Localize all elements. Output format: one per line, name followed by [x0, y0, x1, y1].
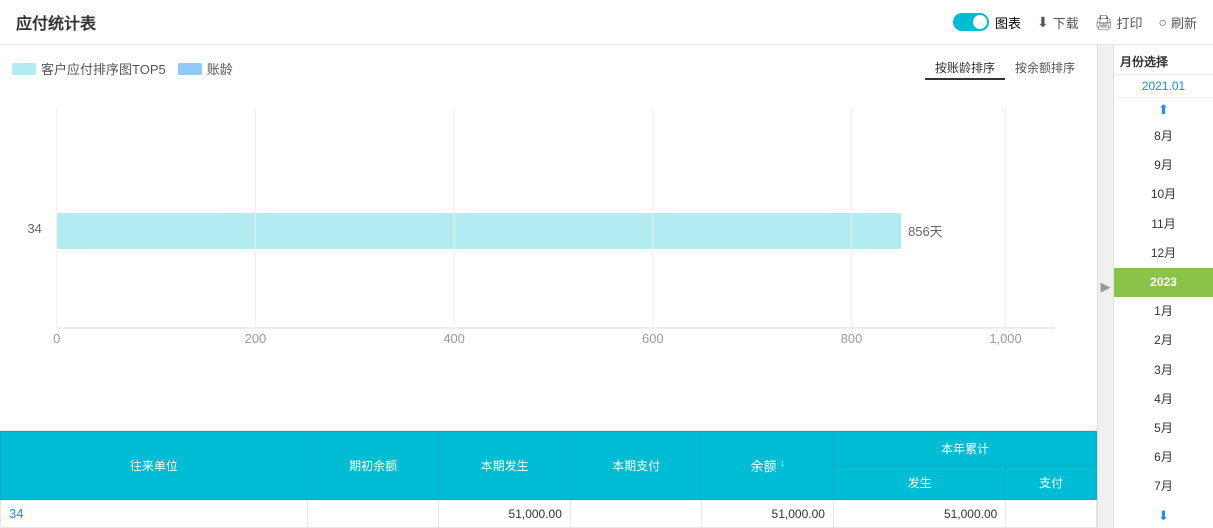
td-period-occur: 51,000.00: [439, 500, 571, 528]
chart-svg: 34 856天 0 200 400: [12, 88, 1085, 368]
balance-icon: ↓: [780, 458, 785, 469]
x-tick-0: 0: [53, 331, 60, 346]
table-row: 34 51,000.00 51,000.00 51,000.00: [1, 500, 1097, 528]
month-item-mar[interactable]: 3月: [1114, 356, 1213, 385]
chart-bar: [57, 213, 901, 249]
table-wrap: 往来单位 期初余额 本期发生 本期支付 余额 ↓ 本年累计: [0, 431, 1097, 528]
download-icon: ⬇: [1037, 14, 1049, 31]
month-item-jan[interactable]: 1月: [1114, 297, 1213, 326]
chart-toggle-label: 图表: [995, 13, 1021, 32]
page-title: 应付统计表: [16, 10, 96, 34]
sort-by-amount-button[interactable]: 按余额排序: [1005, 57, 1085, 80]
table-section: 往来单位 期初余额 本期发生 本期支付 余额 ↓ 本年累计: [0, 430, 1097, 528]
scroll-up-button[interactable]: ⬆: [1114, 98, 1213, 122]
sidebar-title: 月份选择: [1114, 45, 1213, 75]
sidebar-toggle-arrow[interactable]: ▶: [1097, 45, 1113, 528]
y-axis-label: 34: [27, 221, 41, 236]
print-icon: 🖨: [1095, 14, 1113, 31]
data-table: 往来单位 期初余额 本期发生 本期支付 余额 ↓ 本年累计: [0, 431, 1097, 528]
td-period-pay: [570, 500, 702, 528]
th-period-occur: 本期发生: [439, 432, 571, 500]
month-item-apr[interactable]: 4月: [1114, 385, 1213, 414]
th-period-pay: 本期支付: [570, 432, 702, 500]
legend-label-1: 客户应付排序图TOP5: [41, 59, 166, 78]
year-2023-label[interactable]: 2023: [1114, 268, 1213, 297]
month-item-may[interactable]: 5月: [1114, 414, 1213, 443]
sort-buttons: 按账龄排序 按余额排序: [925, 57, 1085, 80]
th-vendor: 往来单位: [1, 432, 308, 500]
legend-color-1: [12, 63, 36, 75]
refresh-icon: ○: [1159, 14, 1167, 30]
legend-item-2: 账龄: [178, 59, 233, 78]
td-opening: [307, 500, 439, 528]
month-item-aug[interactable]: 8月: [1114, 122, 1213, 151]
vendor-link[interactable]: 34: [9, 506, 23, 521]
chart-section: 客户应付排序图TOP5 账龄 按账龄排序 按余额排序 34: [0, 45, 1097, 430]
chevron-up-icon: ⬆: [1158, 102, 1169, 117]
x-tick-600: 600: [642, 331, 664, 346]
arrow-icon: ▶: [1101, 279, 1111, 295]
month-item-jun[interactable]: 6月: [1114, 443, 1213, 472]
month-item-jul[interactable]: 7月: [1114, 472, 1213, 501]
month-item-oct[interactable]: 10月: [1114, 180, 1213, 209]
month-item-sep[interactable]: 9月: [1114, 151, 1213, 180]
month-list: 8月 9月 10月 11月 12月 2023 1月 2月 3月 4月 5月 6月…: [1114, 122, 1213, 504]
th-ytd-pay: 支付: [1006, 466, 1097, 500]
month-item-nov[interactable]: 11月: [1114, 210, 1213, 239]
th-opening: 期初余额: [307, 432, 439, 500]
legend-row: 客户应付排序图TOP5 账龄 按账龄排序 按余额排序: [12, 57, 1085, 80]
download-button[interactable]: ⬇ 下载: [1037, 13, 1079, 32]
th-balance: 余额 ↓: [702, 432, 834, 500]
x-tick-1000: 1,000: [989, 331, 1021, 346]
legend-item-1: 客户应付排序图TOP5: [12, 59, 166, 78]
right-sidebar: 月份选择 ⬆ 8月 9月 10月 11月 12月 2023 1月 2月 3月 4…: [1113, 45, 1213, 528]
th-ytd: 本年累计: [833, 432, 1096, 466]
scroll-down-button[interactable]: ⬇: [1114, 504, 1213, 528]
td-balance: 51,000.00: [702, 500, 834, 528]
chart-container: 34 856天 0 200 400: [12, 88, 1085, 368]
content-wrapper: 客户应付排序图TOP5 账龄 按账龄排序 按余额排序 34: [0, 45, 1213, 528]
td-ytd-occur: 51,000.00: [833, 500, 1005, 528]
th-ytd-occur: 发生: [833, 466, 1005, 500]
chevron-down-icon: ⬇: [1158, 508, 1169, 523]
legend-label-2: 账龄: [207, 59, 233, 78]
bar-end-label: 856天: [908, 224, 942, 239]
td-vendor: 34: [1, 500, 308, 528]
year-input[interactable]: [1114, 75, 1213, 98]
chart-toggle-wrap: 图表: [953, 13, 1021, 32]
header-actions: 图表 ⬇ 下载 🖨 打印 ○ 刷新: [953, 13, 1197, 32]
month-item-dec[interactable]: 12月: [1114, 239, 1213, 268]
x-tick-400: 400: [443, 331, 465, 346]
refresh-button[interactable]: ○ 刷新: [1159, 13, 1197, 32]
legend-color-2: [178, 63, 202, 75]
sort-by-account-button[interactable]: 按账龄排序: [925, 57, 1005, 80]
chart-toggle[interactable]: [953, 13, 989, 31]
x-tick-200: 200: [245, 331, 267, 346]
x-tick-800: 800: [841, 331, 863, 346]
month-item-feb[interactable]: 2月: [1114, 326, 1213, 355]
td-ytd-pay: [1006, 500, 1097, 528]
page-header: 应付统计表 图表 ⬇ 下载 🖨 打印 ○ 刷新: [0, 0, 1213, 45]
print-button[interactable]: 🖨 打印: [1095, 13, 1143, 32]
